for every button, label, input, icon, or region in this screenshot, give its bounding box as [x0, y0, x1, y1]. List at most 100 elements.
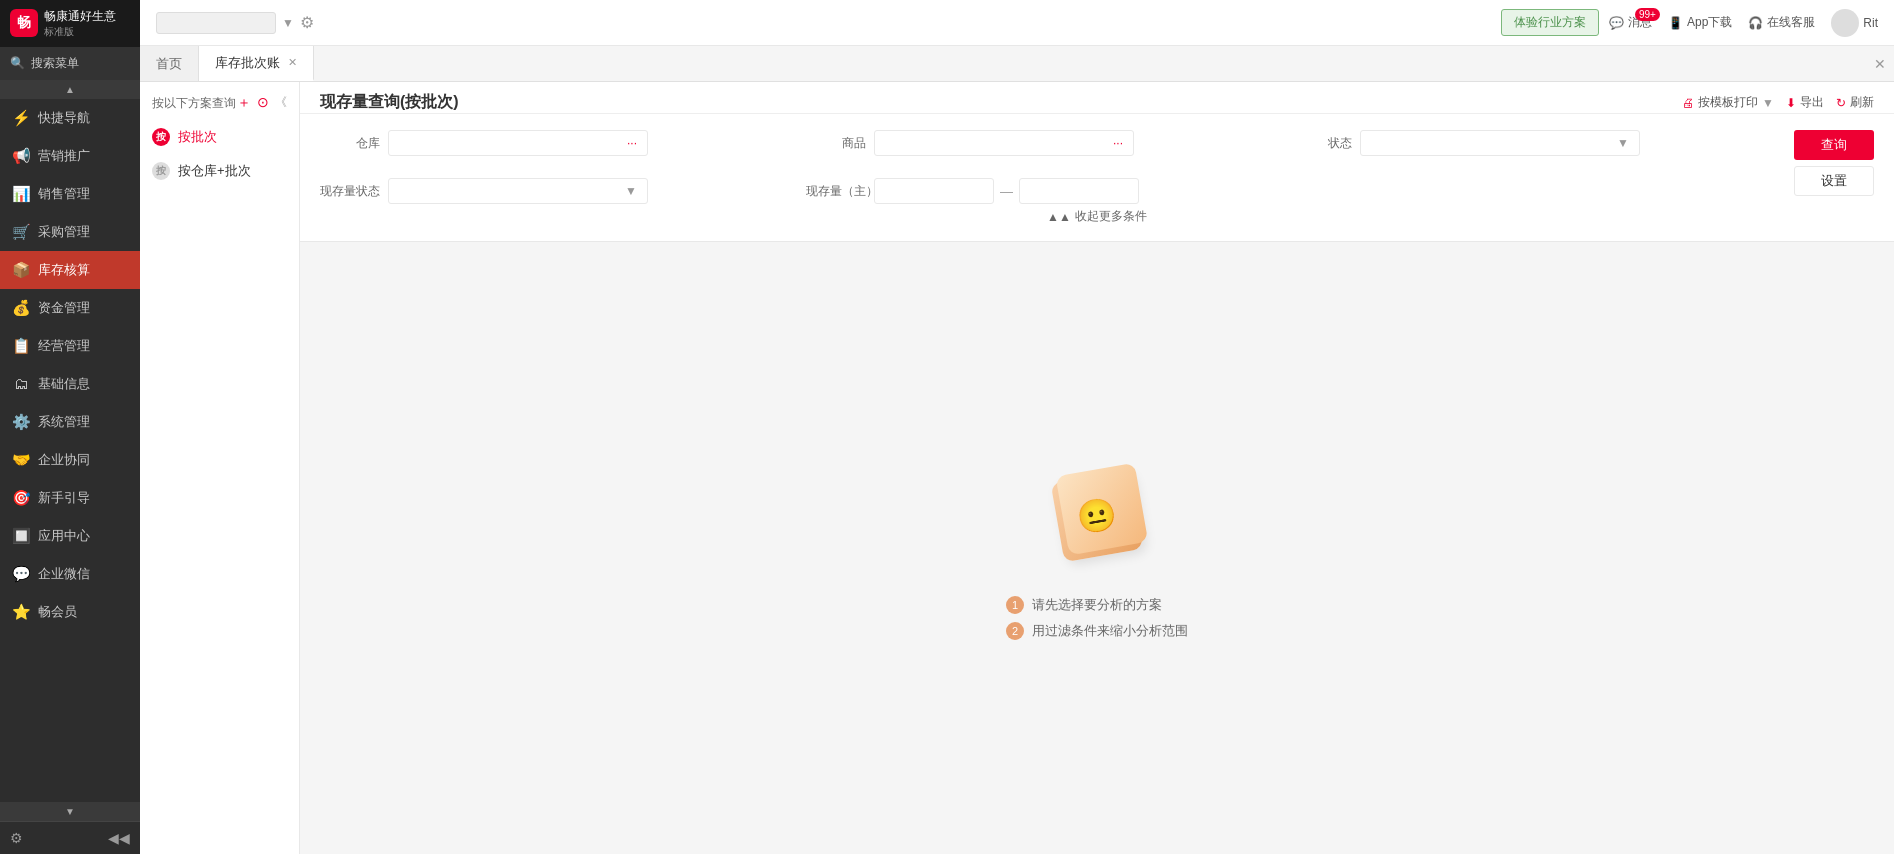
enterprise-icon: 🤝	[12, 451, 30, 469]
collapse-panel-icon[interactable]: 《	[275, 94, 287, 112]
operations-icon: 📋	[12, 337, 30, 355]
export-icon: ⬇	[1786, 96, 1796, 110]
sidebar-item-label: 营销推广	[38, 147, 90, 165]
sidebar-item-newbie[interactable]: 🎯 新手引导	[0, 479, 140, 517]
online-service-button[interactable]: 🎧 在线客服	[1748, 14, 1815, 31]
empty-state: 😐 1 请先选择要分析的方案 2 用过滤条件来缩小分析范围	[300, 242, 1894, 854]
refresh-button[interactable]: ↻ 刷新	[1836, 94, 1874, 111]
print-button[interactable]: 🖨 按模板打印 ▼	[1682, 94, 1774, 111]
messages-button[interactable]: 💬 消息 99+	[1609, 14, 1652, 31]
stock-status-chevron-icon: ▼	[625, 184, 637, 198]
finance-icon: 💰	[12, 299, 30, 317]
sidebar-item-label: 企业协同	[38, 451, 90, 469]
status-select[interactable]: ▼	[1360, 130, 1640, 156]
sidebar-item-basic[interactable]: 🗂 基础信息	[0, 365, 140, 403]
warehouse-input[interactable]: ···	[388, 130, 648, 156]
trial-button[interactable]: 体验行业方案	[1501, 9, 1599, 36]
user-area[interactable]: Rit	[1831, 9, 1878, 37]
sidebar-item-inventory[interactable]: 📦 库存核算	[0, 251, 140, 289]
app-title: 畅康通好生意	[44, 8, 116, 25]
query-button[interactable]: 查询	[1794, 130, 1874, 160]
sidebar-item-marketing[interactable]: 📢 营销推广	[0, 137, 140, 175]
sidebar-search[interactable]: 🔍 搜索菜单	[0, 47, 140, 80]
settings-icon[interactable]: ⚙	[10, 830, 23, 846]
quick-nav-icon: ⚡	[12, 109, 30, 127]
sidebar-item-label: 畅会员	[38, 603, 77, 621]
stock-qty-min-input[interactable]	[874, 178, 994, 204]
empty-illustration: 😐	[1051, 470, 1144, 563]
purchase-icon: 🛒	[12, 223, 30, 241]
filter-actions: 查询 设置	[1794, 130, 1874, 196]
page-title: 现存量查询(按批次)	[320, 92, 459, 113]
scroll-down-arrow[interactable]: ▼	[0, 802, 140, 821]
sidebar-item-apps[interactable]: 🔲 应用中心	[0, 517, 140, 555]
filter-status-group: 状态 ▼	[1292, 130, 1766, 156]
range-dash: —	[1000, 184, 1013, 199]
sidebar-item-operations[interactable]: 📋 经营管理	[0, 327, 140, 365]
tip-2-num: 2	[1006, 622, 1024, 640]
scheme-settings-icon[interactable]: ⊙	[257, 94, 269, 112]
sidebar-item-label: 销售管理	[38, 185, 90, 203]
stock-qty-max-input[interactable]	[1019, 178, 1139, 204]
sidebar-item-label: 快捷导航	[38, 109, 90, 127]
tab-close-button[interactable]: ✕	[1866, 46, 1894, 82]
sidebar-item-label: 资金管理	[38, 299, 90, 317]
stock-status-select[interactable]: ▼	[388, 178, 648, 204]
tip-1-text: 请先选择要分析的方案	[1032, 596, 1162, 614]
status-chevron-icon: ▼	[1617, 136, 1629, 150]
print-chevron-icon[interactable]: ▼	[1762, 96, 1774, 110]
tabs-bar: 首页 库存批次账 ✕ ✕	[140, 46, 1894, 82]
tab-batch-label: 库存批次账	[215, 54, 280, 72]
sidebar-item-system[interactable]: ⚙️ 系统管理	[0, 403, 140, 441]
settings-button[interactable]: 设置	[1794, 166, 1874, 196]
scheme-item-batch[interactable]: 按 按批次	[140, 120, 299, 154]
left-panel-title: 按以下方案查询	[152, 95, 236, 112]
print-icon: 🖨	[1682, 96, 1694, 110]
avatar	[1831, 9, 1859, 37]
empty-tip-2: 2 用过滤条件来缩小分析范围	[1006, 622, 1188, 640]
tab-home[interactable]: 首页	[140, 46, 199, 81]
page-content: 按以下方案查询 ＋ ⊙ 《 按 按批次 按 按仓库+批次 现存量查询(按批次)	[140, 82, 1894, 854]
product-input[interactable]: ···	[874, 130, 1134, 156]
topbar-right: 💬 消息 99+ 📱 App下载 🎧 在线客服 Rit	[1609, 9, 1878, 37]
sidebar-item-label: 库存核算	[38, 261, 90, 279]
sidebar-item-member[interactable]: ⭐ 畅会员	[0, 593, 140, 631]
sidebar-nav: ⚡ 快捷导航 📢 营销推广 📊 销售管理 🛒 采购管理 📦 库存核算 💰 资金管…	[0, 99, 140, 802]
app-subtitle: 标准版	[44, 25, 116, 39]
main-area: ▼ ⚙ 体验行业方案 💬 消息 99+ 📱 App下载 🎧 在线客服 Rit	[140, 0, 1894, 854]
refresh-icon: ↻	[1836, 96, 1846, 110]
topbar-gear-icon[interactable]: ⚙	[300, 13, 314, 32]
tab-home-label: 首页	[156, 55, 182, 73]
sidebar-header: 畅 畅康通好生意 标准版	[0, 0, 140, 47]
collapse-more-button[interactable]: ▲▲ 收起更多条件	[320, 204, 1874, 225]
scheme-dot-warehouse: 按	[152, 162, 170, 180]
scroll-up-arrow[interactable]: ▲	[0, 80, 140, 99]
sidebar-item-enterprise[interactable]: 🤝 企业协同	[0, 441, 140, 479]
basic-icon: 🗂	[12, 375, 30, 392]
scheme-item-warehouse-batch[interactable]: 按 按仓库+批次	[140, 154, 299, 188]
stock-qty-range: —	[874, 178, 1280, 204]
export-button[interactable]: ⬇ 导出	[1786, 94, 1824, 111]
warehouse-label: 仓库	[320, 135, 380, 152]
topbar: ▼ ⚙ 体验行业方案 💬 消息 99+ 📱 App下载 🎧 在线客服 Rit	[140, 0, 1894, 46]
sales-icon: 📊	[12, 185, 30, 203]
collapse-icon[interactable]: ◀◀	[108, 830, 130, 846]
filter-area: 仓库 ··· 商品 ···	[300, 114, 1894, 242]
topbar-chevron-icon[interactable]: ▼	[282, 16, 294, 30]
tab-batch-account[interactable]: 库存批次账 ✕	[199, 46, 314, 81]
sidebar-item-wechat[interactable]: 💬 企业微信	[0, 555, 140, 593]
sidebar-item-sales[interactable]: 📊 销售管理	[0, 175, 140, 213]
sidebar-item-label: 企业微信	[38, 565, 90, 583]
topbar-search-input[interactable]	[156, 12, 276, 34]
tab-close-icon[interactable]: ✕	[288, 56, 297, 69]
scheme-label-batch: 按批次	[178, 128, 217, 146]
app-download-button[interactable]: 📱 App下载	[1668, 14, 1732, 31]
sidebar-item-quick-nav[interactable]: ⚡ 快捷导航	[0, 99, 140, 137]
messages-badge: 99+	[1635, 8, 1660, 21]
add-scheme-icon[interactable]: ＋	[237, 94, 251, 112]
sidebar-item-finance[interactable]: 💰 资金管理	[0, 289, 140, 327]
app-title-block: 畅康通好生意 标准版	[44, 8, 116, 39]
sidebar-item-purchase[interactable]: 🛒 采购管理	[0, 213, 140, 251]
member-icon: ⭐	[12, 603, 30, 621]
collapse-chevron-icon: ▲▲	[1047, 210, 1071, 224]
